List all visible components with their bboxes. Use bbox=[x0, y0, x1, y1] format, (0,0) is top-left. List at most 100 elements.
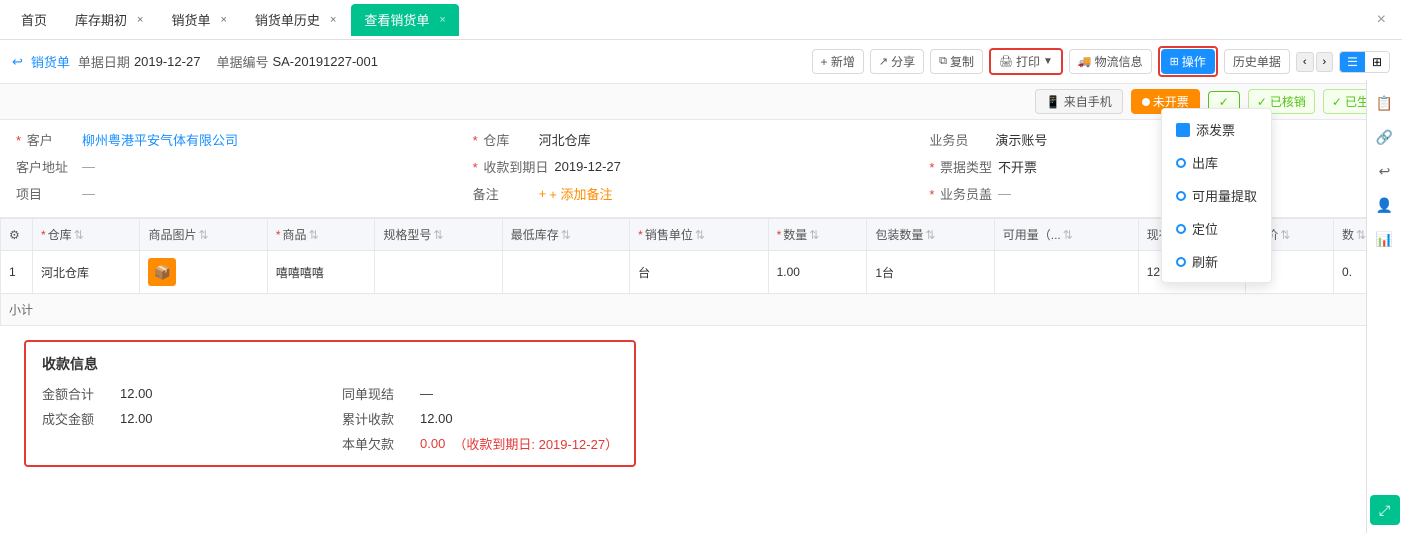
grid-view-button[interactable]: ⊞ bbox=[1365, 52, 1389, 72]
dropdown-out-stock[interactable]: 出库 bbox=[1162, 146, 1271, 179]
ops-button[interactable]: ⊞ 操作 bbox=[1161, 49, 1215, 74]
logistics-label: 物流信息 bbox=[1095, 53, 1143, 70]
window-close-button[interactable]: × bbox=[1369, 11, 1394, 29]
row-pkg-qty: 1台 bbox=[867, 251, 994, 294]
tab-view-sales[interactable]: 查看销货单 × bbox=[351, 4, 458, 36]
sidebar-icon-3[interactable]: ↩ bbox=[1370, 156, 1400, 186]
share-button[interactable]: ↗ 分享 bbox=[870, 49, 924, 74]
doc-date-item: 单据日期 2019-12-27 bbox=[78, 52, 201, 71]
total-value: 12.00 bbox=[120, 386, 153, 401]
row-spec bbox=[375, 251, 502, 294]
tab-sales-close[interactable]: × bbox=[220, 14, 226, 26]
col-product: *商品⇅ bbox=[267, 219, 374, 251]
print-button[interactable]: 🖨 打印 ▼ bbox=[989, 48, 1063, 75]
ticket-value: 不开票 bbox=[998, 157, 1037, 176]
copy-label: 复制 bbox=[950, 53, 974, 70]
ticket-label: * 票据类型 bbox=[929, 157, 992, 176]
sidebar-icon-4[interactable]: 👤 bbox=[1370, 190, 1400, 220]
staff-field: 业务员 演示账号 bbox=[929, 130, 1386, 149]
logistics-button[interactable]: 🚚 物流信息 bbox=[1069, 49, 1152, 74]
tab-sales-history-close[interactable]: × bbox=[330, 14, 336, 26]
copy-button[interactable]: ⧉ 复制 bbox=[930, 49, 983, 74]
add-invoice-label: 添发票 bbox=[1196, 120, 1235, 139]
available-pick-label: 可用量提取 bbox=[1192, 186, 1257, 205]
dropdown-add-invoice[interactable]: 添发票 bbox=[1162, 113, 1271, 146]
balance-label: 本单欠款 bbox=[342, 434, 412, 453]
cumulative-row: 累计收款 12.00 bbox=[342, 409, 618, 428]
col-unit: *销售单位⇅ bbox=[630, 219, 768, 251]
tab-sales-history[interactable]: 销货单历史 × bbox=[242, 4, 349, 36]
share-label: 分享 bbox=[891, 53, 915, 70]
history-label: 历史单据 bbox=[1233, 53, 1281, 70]
dropdown-available-pick[interactable]: 可用量提取 bbox=[1162, 179, 1271, 212]
total-row: 金额合计 12.00 bbox=[42, 384, 318, 403]
add-invoice-icon bbox=[1176, 123, 1190, 137]
project-label: 项目 bbox=[16, 184, 76, 203]
doc-num-value: SA-20191227-001 bbox=[272, 54, 378, 69]
project-field: 项目 — bbox=[16, 184, 473, 203]
doc-info: 单据日期 2019-12-27 单据编号 SA-20191227-001 bbox=[78, 52, 804, 71]
tab-home-label: 首页 bbox=[21, 10, 47, 29]
dropdown-refresh[interactable]: 刷新 bbox=[1162, 245, 1271, 278]
sidebar-expand-button[interactable]: ⤢ bbox=[1370, 495, 1400, 525]
doc-toolbar: ↩ 销货单 单据日期 2019-12-27 单据编号 SA-20191227-0… bbox=[0, 40, 1402, 84]
list-view-button[interactable]: ☰ bbox=[1340, 52, 1365, 72]
payment-section: 收款信息 金额合计 12.00 同单现结 — 成交金额 12.00 bbox=[24, 340, 636, 467]
refresh-icon bbox=[1176, 257, 1186, 267]
deal-label: 成交金额 bbox=[42, 409, 112, 428]
available-pick-icon bbox=[1176, 191, 1186, 201]
row-qty: 1.00 bbox=[768, 251, 867, 294]
dropdown-locate[interactable]: 定位 bbox=[1162, 212, 1271, 245]
balance-value: 0.00 bbox=[420, 436, 445, 451]
sidebar-icon-2[interactable]: 🔗 bbox=[1370, 122, 1400, 152]
history-button[interactable]: 历史单据 bbox=[1224, 49, 1290, 74]
tab-inventory[interactable]: 库存期初 × bbox=[62, 4, 156, 36]
tab-sales-history-label: 销货单历史 bbox=[255, 10, 320, 29]
locate-label: 定位 bbox=[1192, 219, 1218, 238]
share-icon: ↗ bbox=[879, 55, 888, 68]
print-icon: 🖨 bbox=[999, 55, 1013, 68]
same-order-row: 同单现结 — bbox=[342, 384, 618, 403]
payment-area: 收款信息 金额合计 12.00 同单现结 — 成交金额 12.00 bbox=[0, 326, 1402, 481]
product-thumb-icon: 📦 bbox=[154, 264, 171, 281]
balance-placeholder bbox=[42, 434, 318, 453]
nav-arrows: ‹ › bbox=[1296, 52, 1333, 72]
cumulative-label: 累计收款 bbox=[342, 409, 412, 428]
print-dropdown-arrow: ▼ bbox=[1043, 56, 1053, 67]
balance-note: （收款到期日: 2019-12-27） bbox=[453, 434, 618, 453]
toolbar-right: + 新增 ↗ 分享 ⧉ 复制 🖨 打印 ▼ 🚚 物流信息 bbox=[812, 46, 1390, 77]
row-unit: 台 bbox=[630, 251, 768, 294]
address-label: 客户地址 bbox=[16, 157, 76, 176]
warehouse-label: * 仓库 bbox=[473, 130, 533, 149]
new-button[interactable]: + 新增 bbox=[812, 49, 864, 74]
col-qty: *数量⇅ bbox=[768, 219, 867, 251]
refresh-label: 刷新 bbox=[1192, 252, 1218, 271]
tab-home[interactable]: 首页 bbox=[8, 4, 60, 36]
next-button[interactable]: › bbox=[1316, 52, 1334, 72]
tab-view-sales-label: 查看销货单 bbox=[364, 10, 429, 29]
locate-icon bbox=[1176, 224, 1186, 234]
due-date-value: 2019-12-27 bbox=[554, 159, 621, 174]
sidebar-icon-5[interactable]: 📊 bbox=[1370, 224, 1400, 254]
product-thumbnail: 📦 bbox=[148, 258, 176, 286]
total-label: 金额合计 bbox=[42, 384, 112, 403]
warehouse-field: * 仓库 河北仓库 bbox=[473, 130, 930, 149]
add-note-button[interactable]: + + 添加备注 bbox=[539, 184, 613, 203]
row-product: 嘻嘻嘻嘻 bbox=[267, 251, 374, 294]
right-sidebar: 📋 🔗 ↩ 👤 📊 ⤢ bbox=[1366, 80, 1402, 533]
same-order-label: 同单现结 bbox=[342, 384, 412, 403]
check-eff-icon: ✓ bbox=[1332, 95, 1342, 109]
payment-title: 收款信息 bbox=[42, 354, 618, 374]
tab-inventory-close[interactable]: × bbox=[137, 14, 143, 26]
address-value: — bbox=[82, 159, 95, 174]
print-label: 打印 bbox=[1016, 53, 1040, 70]
col-min-stock: 最低库存⇅ bbox=[502, 219, 629, 251]
col-available: 可用量（...⇅ bbox=[994, 219, 1138, 251]
prev-button[interactable]: ‹ bbox=[1296, 52, 1314, 72]
staff-value: 演示账号 bbox=[995, 130, 1047, 149]
sidebar-icon-1[interactable]: 📋 bbox=[1370, 88, 1400, 118]
phone-button[interactable]: 📱 来自手机 bbox=[1035, 89, 1123, 114]
tab-view-sales-close[interactable]: × bbox=[439, 14, 445, 26]
customer-value[interactable]: 柳州粤港平安气体有限公司 bbox=[82, 130, 238, 149]
tab-sales[interactable]: 销货单 × bbox=[158, 4, 239, 36]
